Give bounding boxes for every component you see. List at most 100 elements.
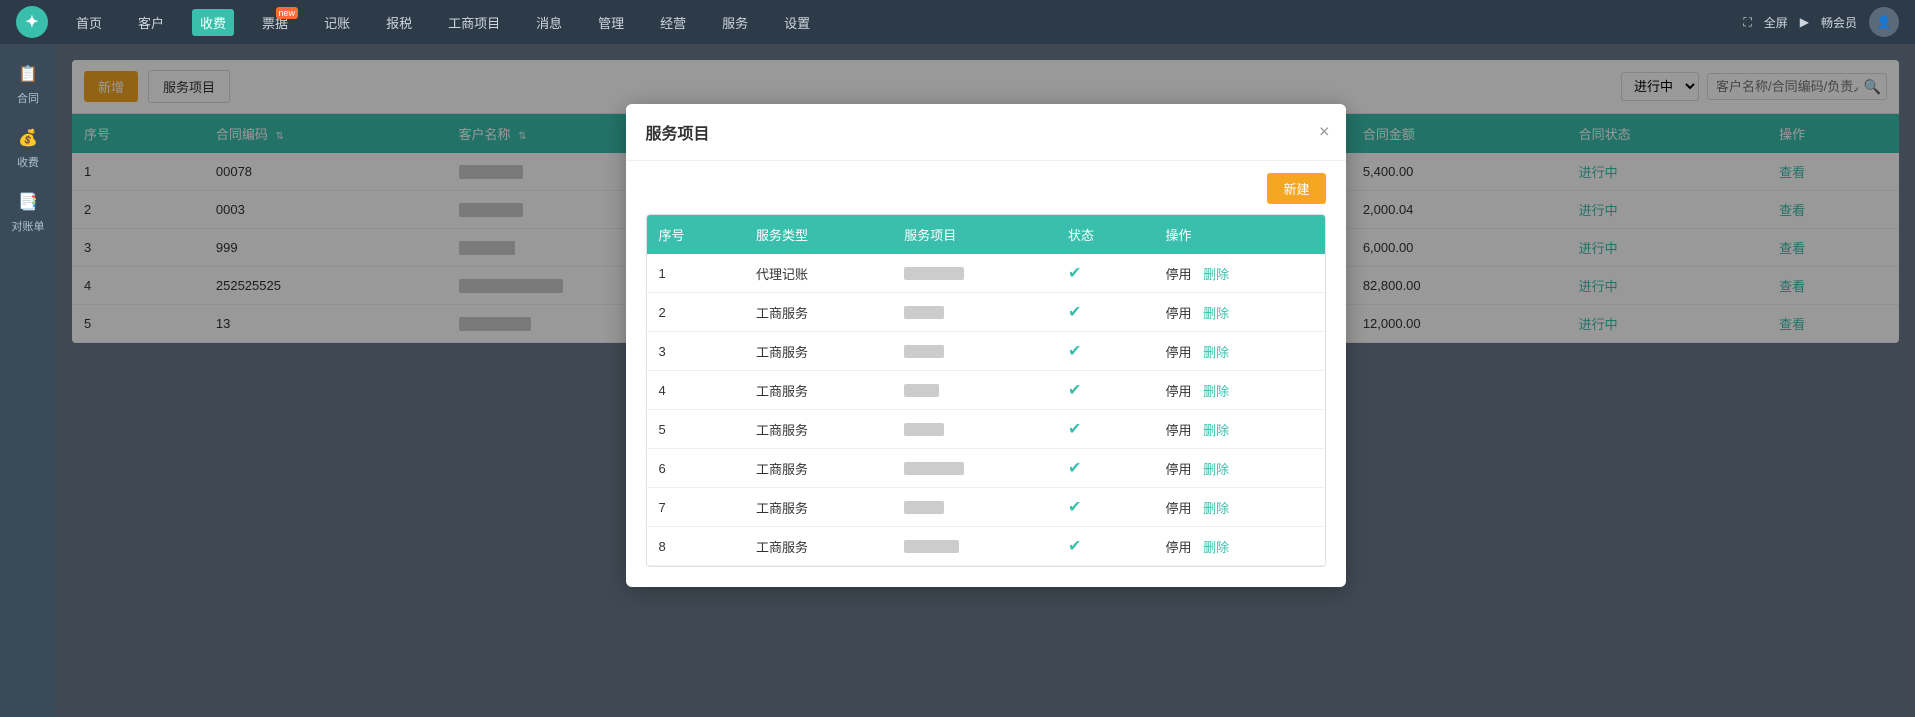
modal-col-status: 状态: [1056, 215, 1154, 254]
modal-header: 服务项目 ×: [626, 104, 1346, 161]
modal-cell-status: ✔: [1056, 410, 1154, 449]
modal-table-row: 7 工商服务 ✔ 停用 删除: [647, 488, 1325, 527]
nav-ledger[interactable]: 记账: [316, 9, 358, 36]
nav-invoice[interactable]: 票据 new: [254, 9, 296, 36]
modal-col-seq: 序号: [647, 215, 745, 254]
delete-button[interactable]: 删除: [1203, 384, 1229, 399]
modal-new-button[interactable]: 新建: [1267, 173, 1325, 204]
delete-button[interactable]: 删除: [1203, 462, 1229, 477]
delete-button[interactable]: 删除: [1203, 306, 1229, 321]
modal-table-wrapper[interactable]: 序号 服务类型 服务项目 状态 操作 1 代理记账 ✔ 停用 删除 2 工商服务: [646, 214, 1326, 567]
avatar[interactable]: 👤: [1869, 7, 1899, 37]
nav-finance[interactable]: 经营: [652, 9, 694, 36]
shoufei-icon: 💰: [16, 126, 40, 150]
delete-button[interactable]: 删除: [1203, 501, 1229, 516]
stop-button[interactable]: 停用: [1166, 501, 1192, 516]
modal-cell-seq: 4: [647, 371, 745, 410]
modal-cell-type: 工商服务: [744, 527, 892, 566]
modal-cell-type: 工商服务: [744, 371, 892, 410]
modal-cell-item: [892, 527, 1056, 566]
nav-msg[interactable]: 消息: [528, 9, 570, 36]
modal-cell-item: [892, 293, 1056, 332]
sidebar-item-duizhang[interactable]: 📑 对账单: [3, 182, 53, 242]
sidebar-item-label-duizhang: 对账单: [12, 218, 45, 234]
modal-cell-item: [892, 371, 1056, 410]
modal-cell-status: ✔: [1056, 254, 1154, 293]
modal-cell-seq: 6: [647, 449, 745, 488]
modal-cell-item: [892, 332, 1056, 371]
delete-button[interactable]: 删除: [1203, 267, 1229, 282]
service-items-modal: 服务项目 × 新建 序号 服务类型 服务项目 状态 操作: [626, 104, 1346, 587]
member-icon[interactable]: ▶: [1800, 15, 1809, 29]
fullscreen-label[interactable]: 全屏: [1764, 14, 1788, 31]
sidebar-item-contract[interactable]: 📋 合同: [3, 54, 53, 114]
nav-customer[interactable]: 客户: [130, 9, 172, 36]
stop-button[interactable]: 停用: [1166, 423, 1192, 438]
sidebar: 📋 合同 💰 收费 📑 对账单: [0, 44, 56, 717]
sidebar-item-label-shoufei: 收费: [17, 154, 39, 170]
modal-cell-seq: 3: [647, 332, 745, 371]
stop-button[interactable]: 停用: [1166, 462, 1192, 477]
modal-table-row: 5 工商服务 ✔ 停用 删除: [647, 410, 1325, 449]
nav-manage[interactable]: 管理: [590, 9, 632, 36]
modal-cell-type: 工商服务: [744, 488, 892, 527]
modal-table-row: 4 工商服务 ✔ 停用 删除: [647, 371, 1325, 410]
modal-cell-action: 停用 删除: [1154, 488, 1325, 527]
modal-cell-action: 停用 删除: [1154, 332, 1325, 371]
stop-button[interactable]: 停用: [1166, 384, 1192, 399]
delete-button[interactable]: 删除: [1203, 423, 1229, 438]
top-navigation: ✦ 首页 客户 收费 票据 new 记账 报税 工商项目 消息 管理 经营 服务…: [0, 0, 1915, 44]
modal-cell-type: 工商服务: [744, 449, 892, 488]
modal-cell-seq: 8: [647, 527, 745, 566]
modal-cell-status: ✔: [1056, 527, 1154, 566]
modal-close-button[interactable]: ×: [1319, 122, 1330, 143]
stop-button[interactable]: 停用: [1166, 267, 1192, 282]
modal-table-body: 1 代理记账 ✔ 停用 删除 2 工商服务 ✔ 停用 删除 3 工商服务 ✔ 停…: [647, 254, 1325, 566]
stop-button[interactable]: 停用: [1166, 306, 1192, 321]
nav-shoufei[interactable]: 收费: [192, 9, 234, 36]
modal-cell-type: 工商服务: [744, 410, 892, 449]
sidebar-item-shoufei[interactable]: 💰 收费: [3, 118, 53, 178]
modal-table: 序号 服务类型 服务项目 状态 操作 1 代理记账 ✔ 停用 删除 2 工商服务: [647, 215, 1325, 566]
stop-button[interactable]: 停用: [1166, 345, 1192, 360]
sidebar-item-label-contract: 合同: [17, 90, 39, 106]
delete-button[interactable]: 删除: [1203, 540, 1229, 555]
modal-cell-action: 停用 删除: [1154, 449, 1325, 488]
modal-col-action: 操作: [1154, 215, 1325, 254]
nav-home[interactable]: 首页: [68, 9, 110, 36]
member-label[interactable]: 畅会员: [1821, 14, 1857, 31]
modal-cell-status: ✔: [1056, 488, 1154, 527]
modal-table-row: 3 工商服务 ✔ 停用 删除: [647, 332, 1325, 371]
modal-cell-seq: 2: [647, 293, 745, 332]
modal-cell-status: ✔: [1056, 371, 1154, 410]
nav-service[interactable]: 服务: [714, 9, 756, 36]
modal-cell-item: [892, 410, 1056, 449]
modal-cell-seq: 1: [647, 254, 745, 293]
app-logo: ✦: [16, 6, 48, 38]
contract-icon: 📋: [16, 62, 40, 86]
modal-cell-type: 工商服务: [744, 293, 892, 332]
modal-col-item: 服务项目: [892, 215, 1056, 254]
new-badge: new: [276, 7, 299, 19]
modal-overlay[interactable]: 服务项目 × 新建 序号 服务类型 服务项目 状态 操作: [56, 44, 1915, 717]
fullscreen-icon[interactable]: ⛶: [1743, 15, 1751, 30]
modal-cell-action: 停用 删除: [1154, 371, 1325, 410]
modal-table-row: 1 代理记账 ✔ 停用 删除: [647, 254, 1325, 293]
nav-biz[interactable]: 工商项目: [440, 9, 508, 36]
modal-cell-status: ✔: [1056, 332, 1154, 371]
modal-cell-item: [892, 488, 1056, 527]
modal-col-type: 服务类型: [744, 215, 892, 254]
modal-cell-action: 停用 删除: [1154, 410, 1325, 449]
modal-title: 服务项目: [646, 120, 710, 144]
nav-settings[interactable]: 设置: [776, 9, 818, 36]
modal-cell-seq: 5: [647, 410, 745, 449]
stop-button[interactable]: 停用: [1166, 540, 1192, 555]
modal-table-row: 6 工商服务 ✔ 停用 删除: [647, 449, 1325, 488]
modal-body: 新建 序号 服务类型 服务项目 状态 操作 1 代理记账: [626, 161, 1346, 567]
modal-cell-status: ✔: [1056, 293, 1154, 332]
modal-cell-item: [892, 449, 1056, 488]
delete-button[interactable]: 删除: [1203, 345, 1229, 360]
nav-tax[interactable]: 报税: [378, 9, 420, 36]
modal-table-row: 8 工商服务 ✔ 停用 删除: [647, 527, 1325, 566]
modal-cell-status: ✔: [1056, 449, 1154, 488]
